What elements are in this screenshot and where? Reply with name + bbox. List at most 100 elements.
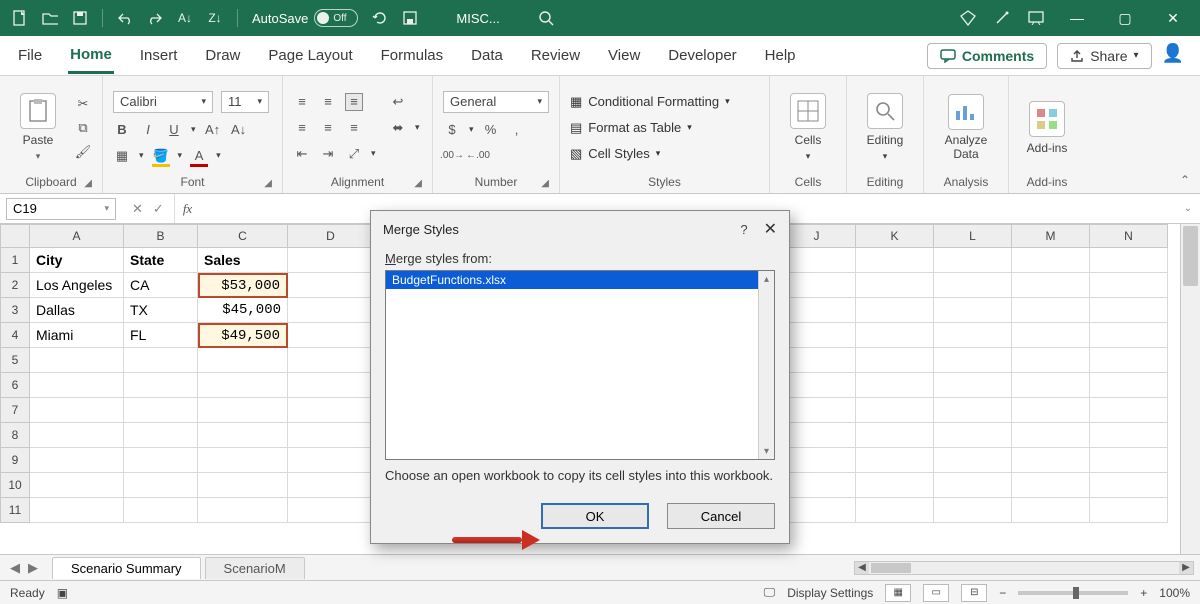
- cell[interactable]: [198, 498, 288, 523]
- cell[interactable]: [856, 248, 934, 273]
- cell[interactable]: [1090, 398, 1168, 423]
- close-window-button[interactable]: ✕: [1158, 10, 1188, 27]
- row-header[interactable]: 9: [0, 448, 30, 473]
- align-middle-icon[interactable]: ≡: [319, 93, 337, 111]
- cell[interactable]: [856, 473, 934, 498]
- font-color-button[interactable]: A: [190, 147, 208, 165]
- dialog-help-icon[interactable]: ?: [740, 222, 747, 237]
- cell[interactable]: [1012, 348, 1090, 373]
- column-header[interactable]: C: [198, 224, 288, 248]
- cancel-button[interactable]: Cancel: [667, 503, 775, 529]
- save2-icon[interactable]: [402, 10, 418, 26]
- align-left-icon[interactable]: ≡: [293, 119, 311, 137]
- comments-button[interactable]: Comments: [927, 43, 1047, 69]
- row-header[interactable]: 10: [0, 473, 30, 498]
- percent-icon[interactable]: %: [482, 121, 500, 139]
- analyze-data-button[interactable]: Analyze Data: [934, 82, 998, 173]
- cell-styles-button[interactable]: ▧Cell Styles▾: [570, 144, 730, 164]
- cell[interactable]: [934, 348, 1012, 373]
- cell[interactable]: [1090, 373, 1168, 398]
- align-right-icon[interactable]: ≡: [345, 119, 363, 137]
- redo-icon[interactable]: [147, 10, 163, 26]
- increase-indent-icon[interactable]: ⇥: [319, 145, 337, 163]
- cell[interactable]: Sales: [198, 248, 288, 273]
- cell[interactable]: [1012, 498, 1090, 523]
- cell[interactable]: [1090, 348, 1168, 373]
- column-header[interactable]: K: [856, 224, 934, 248]
- sheet-tab[interactable]: ScenarioM: [205, 557, 305, 579]
- cell[interactable]: [288, 448, 374, 473]
- copy-icon[interactable]: ⧉: [74, 119, 92, 137]
- cells-button[interactable]: Cells▾: [780, 82, 836, 173]
- cell[interactable]: $49,500: [198, 323, 288, 348]
- tab-help[interactable]: Help: [763, 39, 798, 72]
- present-icon[interactable]: [1028, 10, 1044, 26]
- cell[interactable]: [198, 373, 288, 398]
- decrease-indent-icon[interactable]: ⇤: [293, 145, 311, 163]
- tab-page-layout[interactable]: Page Layout: [266, 39, 354, 72]
- tab-draw[interactable]: Draw: [203, 39, 242, 72]
- view-normal-icon[interactable]: ▦: [885, 584, 911, 602]
- cell[interactable]: [30, 348, 124, 373]
- cell[interactable]: [124, 473, 198, 498]
- cell[interactable]: [30, 448, 124, 473]
- cell[interactable]: [288, 298, 374, 323]
- cell[interactable]: [124, 448, 198, 473]
- cell[interactable]: [1090, 323, 1168, 348]
- cell[interactable]: [288, 373, 374, 398]
- sheet-tab[interactable]: Scenario Summary: [52, 557, 201, 579]
- view-page-break-icon[interactable]: ⊟: [961, 584, 987, 602]
- border-button[interactable]: ▦: [113, 147, 131, 165]
- dialog-launcher-icon[interactable]: ◢: [414, 178, 422, 189]
- vertical-scrollbar[interactable]: [1180, 224, 1200, 554]
- cell[interactable]: [198, 423, 288, 448]
- row-header[interactable]: 6: [0, 373, 30, 398]
- row-header[interactable]: 3: [0, 298, 30, 323]
- sort-asc-icon[interactable]: A↓: [177, 10, 193, 26]
- cell[interactable]: [288, 323, 374, 348]
- cell[interactable]: [1090, 473, 1168, 498]
- maximize-button[interactable]: ▢: [1110, 10, 1140, 27]
- tab-home[interactable]: Home: [68, 38, 114, 74]
- tab-insert[interactable]: Insert: [138, 39, 180, 72]
- tab-formulas[interactable]: Formulas: [379, 39, 446, 72]
- open-file-icon[interactable]: [42, 10, 58, 26]
- minimize-button[interactable]: —: [1062, 10, 1092, 26]
- cell[interactable]: CA: [124, 273, 198, 298]
- fill-color-button[interactable]: 🪣: [152, 147, 170, 165]
- align-center-icon[interactable]: ≡: [319, 119, 337, 137]
- cell[interactable]: [288, 398, 374, 423]
- cell[interactable]: [1012, 323, 1090, 348]
- cell[interactable]: [30, 498, 124, 523]
- decrease-decimal-icon[interactable]: ←.00: [469, 147, 487, 165]
- paste-button[interactable]: Paste ▾: [10, 82, 66, 173]
- decrease-font-icon[interactable]: A↓: [230, 121, 248, 139]
- tab-file[interactable]: File: [16, 39, 44, 72]
- cell[interactable]: [934, 398, 1012, 423]
- dialog-launcher-icon[interactable]: ◢: [541, 178, 549, 189]
- sheet-nav-prev-icon[interactable]: ◀: [10, 560, 20, 576]
- cut-icon[interactable]: ✂: [74, 95, 92, 113]
- cell[interactable]: State: [124, 248, 198, 273]
- cell[interactable]: [1090, 448, 1168, 473]
- cell[interactable]: City: [30, 248, 124, 273]
- cell[interactable]: [198, 448, 288, 473]
- dialog-close-icon[interactable]: ✕: [764, 219, 777, 239]
- column-header[interactable]: M: [1012, 224, 1090, 248]
- cell[interactable]: Los Angeles: [30, 273, 124, 298]
- cell[interactable]: [934, 373, 1012, 398]
- zoom-value[interactable]: 100%: [1159, 586, 1190, 600]
- cell[interactable]: $53,000: [198, 273, 288, 298]
- tab-review[interactable]: Review: [529, 39, 582, 72]
- new-file-icon[interactable]: [12, 10, 28, 26]
- italic-button[interactable]: I: [139, 121, 157, 139]
- cell[interactable]: [30, 473, 124, 498]
- list-item[interactable]: BudgetFunctions.xlsx: [386, 271, 774, 289]
- cell[interactable]: [1012, 423, 1090, 448]
- cell[interactable]: [1090, 423, 1168, 448]
- accept-formula-icon[interactable]: ✓: [153, 201, 164, 217]
- dialog-launcher-icon[interactable]: ◢: [84, 178, 92, 189]
- cell[interactable]: [124, 398, 198, 423]
- view-page-layout-icon[interactable]: ▭: [923, 584, 949, 602]
- cell[interactable]: TX: [124, 298, 198, 323]
